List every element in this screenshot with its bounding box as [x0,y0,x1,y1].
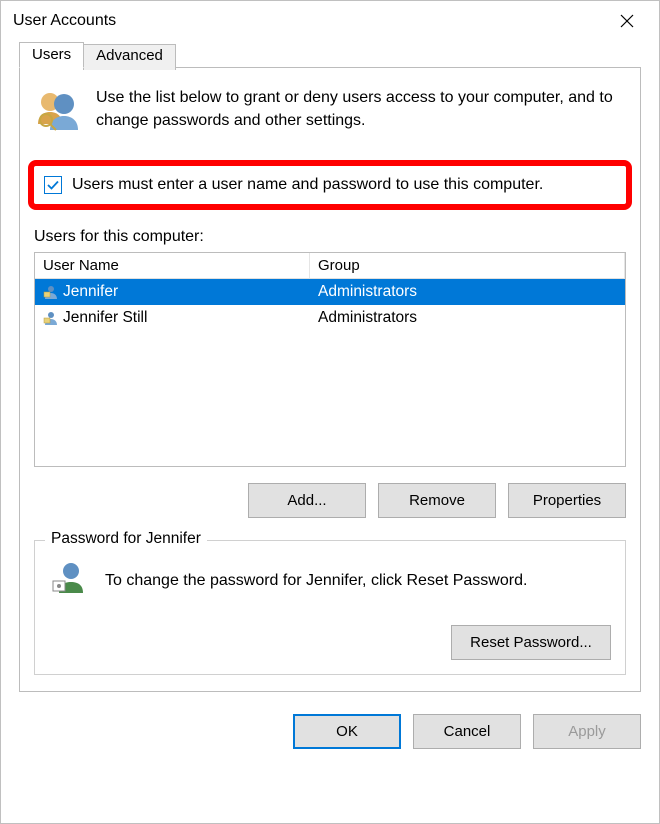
users-list[interactable]: User Name Group Jennifer Administrators [34,252,626,467]
require-login-checkbox[interactable] [44,176,62,194]
user-icon [43,310,59,326]
checkmark-icon [46,178,60,192]
ok-button[interactable]: OK [293,714,401,749]
tab-strip: Users Advanced [1,41,659,67]
intro-text: Use the list below to grant or deny user… [96,86,626,138]
tab-users[interactable]: Users [19,42,84,68]
reset-password-button[interactable]: Reset Password... [451,625,611,660]
remove-button[interactable]: Remove [378,483,496,518]
password-instructions: To change the password for Jennifer, cli… [105,572,527,590]
cancel-button[interactable]: Cancel [413,714,521,749]
highlighted-checkbox-row: Users must enter a user name and passwor… [28,160,632,210]
password-section: Password for Jennifer To change the pass… [34,540,626,675]
password-legend: Password for Jennifer [45,530,207,548]
window-title: User Accounts [13,12,607,30]
username-cell: Jennifer Still [63,309,147,327]
column-header-group[interactable]: Group [310,253,625,278]
properties-button[interactable]: Properties [508,483,626,518]
users-icon [34,86,82,138]
list-row[interactable]: Jennifer Still Administrators [35,305,625,331]
list-row[interactable]: Jennifer Administrators [35,279,625,305]
apply-button[interactable]: Apply [533,714,641,749]
tab-advanced[interactable]: Advanced [83,44,176,70]
add-button[interactable]: Add... [248,483,366,518]
tab-panel-users: Use the list below to grant or deny user… [19,67,641,692]
list-header: User Name Group [35,253,625,279]
group-cell: Administrators [310,282,625,302]
close-icon [620,14,634,28]
dialog-footer: OK Cancel Apply [1,706,659,763]
require-login-label: Users must enter a user name and passwor… [72,176,543,194]
user-buttons-row: Add... Remove Properties [34,483,626,518]
close-button[interactable] [607,1,647,41]
user-accounts-dialog: User Accounts Users Advanced [0,0,660,824]
column-header-username[interactable]: User Name [35,253,310,278]
intro-row: Use the list below to grant or deny user… [34,86,626,138]
password-icon [49,559,89,603]
titlebar: User Accounts [1,1,659,41]
users-list-label: Users for this computer: [34,228,626,246]
user-icon [43,284,59,300]
group-cell: Administrators [310,308,625,328]
username-cell: Jennifer [63,283,118,301]
